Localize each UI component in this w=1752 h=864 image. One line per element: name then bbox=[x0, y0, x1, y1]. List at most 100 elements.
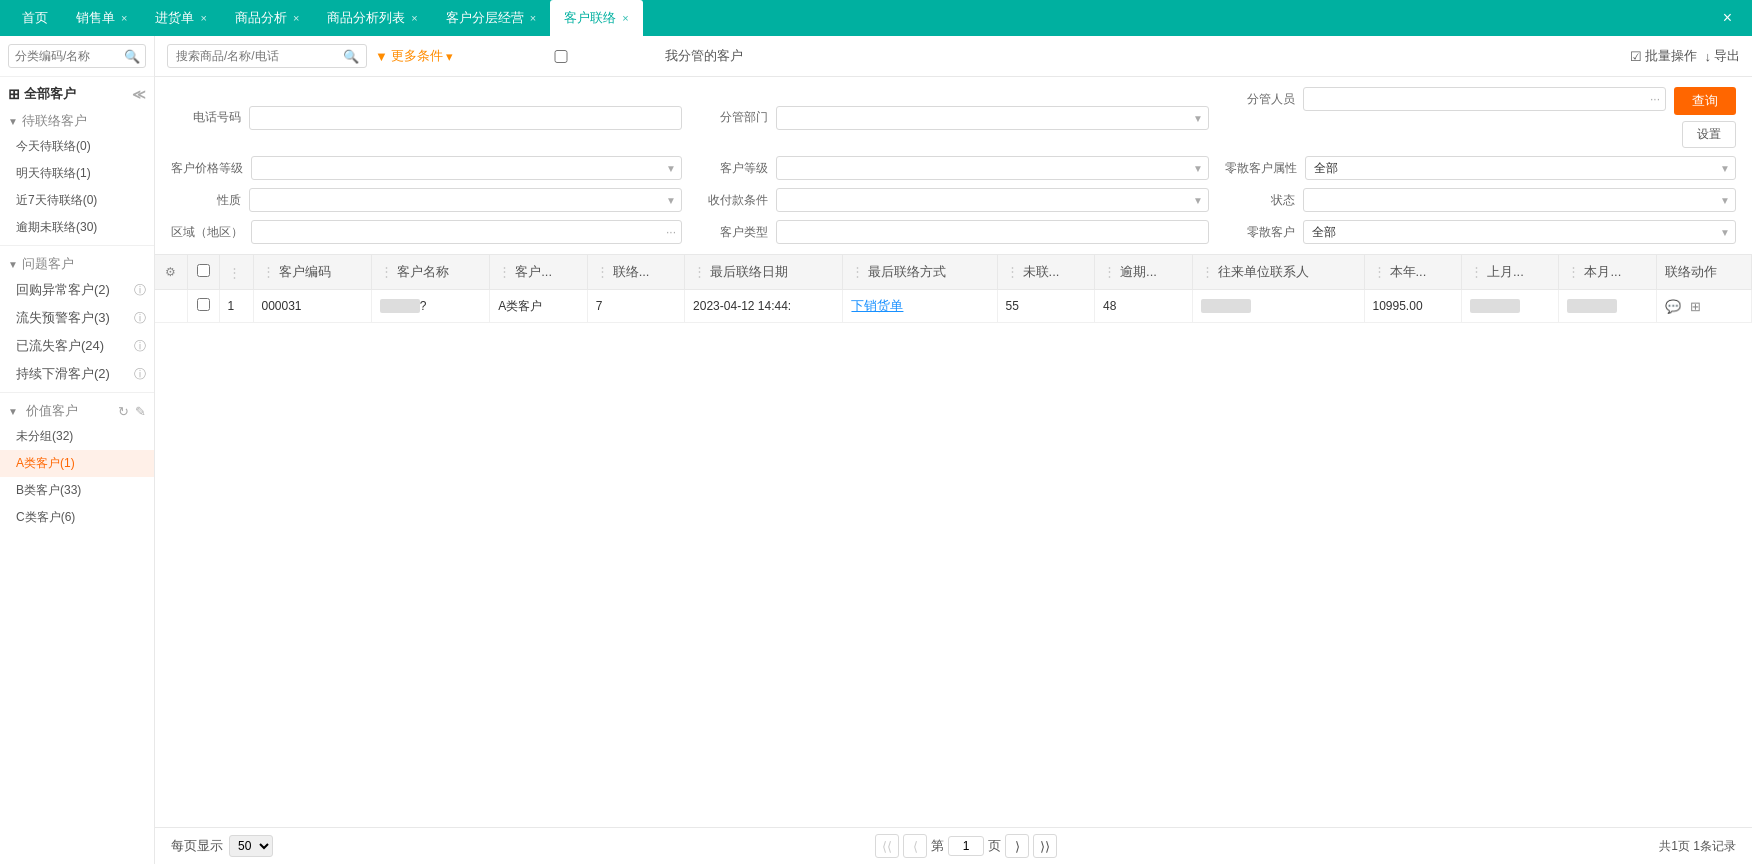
customer-type-label: 客户类型 bbox=[698, 224, 768, 241]
batch-ops-btn[interactable]: ☑ 批量操作 bbox=[1630, 47, 1697, 65]
page-total: 页 bbox=[988, 837, 1001, 855]
sidebar-item-declining[interactable]: 持续下滑客户(2) ⓘ bbox=[0, 360, 154, 388]
close-tab-sales[interactable]: × bbox=[121, 12, 127, 24]
region-input[interactable] bbox=[251, 220, 682, 244]
th-checkbox bbox=[187, 255, 219, 290]
sparse-label: 零散客户 bbox=[1225, 224, 1295, 241]
my-customers-checkbox-wrap[interactable]: 我分管的客户 bbox=[461, 47, 743, 65]
th-unit-contact: ⋮往来单位联系人 bbox=[1192, 255, 1364, 290]
close-tab-analysis-list[interactable]: × bbox=[411, 12, 417, 24]
export-label: 导出 bbox=[1714, 47, 1740, 65]
this-month-blur bbox=[1567, 299, 1617, 313]
info-icon-2: ⓘ bbox=[134, 310, 146, 327]
sidebar-group-value[interactable]: ▼ 价值客户 ↻ ✎ bbox=[0, 397, 154, 423]
prev-page-btn[interactable]: ⟨ bbox=[903, 834, 927, 858]
customer-type-input[interactable] bbox=[776, 220, 1209, 244]
nav-tab-sales[interactable]: 销售单 × bbox=[62, 0, 141, 36]
last-month-blur bbox=[1470, 299, 1520, 313]
sidebar-all-customers[interactable]: ⊞ 全部客户 ≪ bbox=[0, 77, 154, 107]
close-tab-analysis[interactable]: × bbox=[293, 12, 299, 24]
sparse-attr-select[interactable]: 全部 bbox=[1305, 156, 1736, 180]
pending-arrow: ▼ bbox=[8, 116, 18, 127]
th-contact: ⋮联络... bbox=[587, 255, 684, 290]
th-gear[interactable]: ⚙ bbox=[155, 255, 187, 290]
filter-search-input[interactable] bbox=[167, 44, 367, 68]
status-select[interactable] bbox=[1303, 188, 1736, 212]
filter-row-phone: 电话号码 bbox=[171, 87, 682, 148]
phone-control bbox=[249, 106, 682, 130]
nav-home[interactable]: 首页 bbox=[8, 0, 62, 36]
sidebar-item-c-class[interactable]: C类客户(6) bbox=[0, 504, 154, 531]
customer-type-control bbox=[776, 220, 1209, 244]
row-checkbox[interactable] bbox=[197, 298, 210, 311]
nav-tab-analysis[interactable]: 商品分析 × bbox=[221, 0, 313, 36]
sidebar-item-tomorrow[interactable]: 明天待联络(1) bbox=[0, 160, 154, 187]
first-page-btn[interactable]: ⟨⟨ bbox=[875, 834, 899, 858]
nav-tab-customer-tier[interactable]: 客户分层经营 × bbox=[432, 0, 550, 36]
sidebar-collapse-icon[interactable]: ≪ bbox=[132, 87, 146, 102]
table-wrap: ⚙ ⋮ ⋮客户编码 ⋮客户名称 ⋮客户... ⋮联络... ⋮最后联络日期 ⋮最… bbox=[155, 255, 1752, 827]
my-customers-checkbox[interactable] bbox=[461, 50, 661, 63]
nav-tab-customer-contact[interactable]: 客户联络 × bbox=[550, 0, 642, 36]
phone-input[interactable] bbox=[249, 106, 682, 130]
filter-more-btn[interactable]: ▼ 更多条件 ▾ bbox=[375, 47, 453, 65]
close-tab-customer-tier[interactable]: × bbox=[530, 12, 536, 24]
th-action: 联络动作 bbox=[1656, 255, 1751, 290]
td-overdue: 48 bbox=[1095, 290, 1192, 323]
manager-control: ··· bbox=[1303, 87, 1666, 111]
manager-input[interactable] bbox=[1303, 87, 1666, 111]
sidebar-item-b-class[interactable]: B类客户(33) bbox=[0, 477, 154, 504]
next-page-btn[interactable]: ⟩ bbox=[1005, 834, 1029, 858]
th-last-date: ⋮最后联络日期 bbox=[685, 255, 843, 290]
last-method-link[interactable]: 下销货单 bbox=[851, 298, 903, 313]
edit-icon[interactable]: ✎ bbox=[135, 404, 146, 419]
td-grade: A类客户 bbox=[490, 290, 587, 323]
export-btn[interactable]: ↓ 导出 bbox=[1705, 47, 1741, 65]
nav-tab-purchase[interactable]: 进货单 × bbox=[141, 0, 220, 36]
query-button[interactable]: 查询 bbox=[1674, 87, 1736, 115]
td-checkbox bbox=[187, 290, 219, 323]
region-label: 区域（地区） bbox=[171, 224, 243, 241]
sparse-select[interactable]: 全部 bbox=[1303, 220, 1736, 244]
dept-control: ▼ bbox=[776, 106, 1209, 130]
sidebar-item-overdue[interactable]: 逾期未联络(30) bbox=[0, 214, 154, 241]
settings-button[interactable]: 设置 bbox=[1682, 121, 1736, 148]
adv-filter-btns: 查询 设置 bbox=[1674, 87, 1736, 148]
region-dots[interactable]: ··· bbox=[666, 225, 676, 239]
sidebar-group-pending[interactable]: ▼ 待联络客户 bbox=[0, 107, 154, 133]
nav-tab-analysis-list[interactable]: 商品分析列表 × bbox=[313, 0, 431, 36]
page-input[interactable] bbox=[948, 836, 984, 856]
table-row: 1 000031 ? A类客户 7 2023-04-12 14:44: 下销货单… bbox=[155, 290, 1752, 323]
more-filters-label: 更多条件 bbox=[391, 47, 443, 65]
sidebar-item-ungroup[interactable]: 未分组(32) bbox=[0, 423, 154, 450]
select-all-checkbox[interactable] bbox=[197, 264, 210, 277]
manager-dots[interactable]: ··· bbox=[1650, 92, 1660, 106]
nature-select[interactable] bbox=[249, 188, 682, 212]
th-index: ⋮ bbox=[219, 255, 253, 290]
sidebar-item-7days[interactable]: 近7天待联络(0) bbox=[0, 187, 154, 214]
th-last-month: ⋮上月... bbox=[1461, 255, 1558, 290]
close-all-tabs[interactable]: × bbox=[1711, 9, 1744, 27]
sidebar-group-problem[interactable]: ▼ 问题客户 bbox=[0, 250, 154, 276]
sidebar-item-loss-warning[interactable]: 流失预警客户(3) ⓘ bbox=[0, 304, 154, 332]
close-tab-customer-contact[interactable]: × bbox=[622, 12, 628, 24]
qrcode-icon[interactable]: ⊞ bbox=[1690, 299, 1701, 314]
close-tab-purchase[interactable]: × bbox=[200, 12, 206, 24]
refresh-icon[interactable]: ↻ bbox=[118, 404, 129, 419]
price-grade-select[interactable] bbox=[251, 156, 682, 180]
name-blur bbox=[380, 299, 420, 313]
filter-row-dept: 分管部门 ▼ bbox=[698, 87, 1209, 148]
sidebar-item-lost[interactable]: 已流失客户(24) ⓘ bbox=[0, 332, 154, 360]
dept-select[interactable] bbox=[776, 106, 1209, 130]
payment-select[interactable] bbox=[776, 188, 1209, 212]
last-page-btn[interactable]: ⟩⟩ bbox=[1033, 834, 1057, 858]
batch-icon: ☑ bbox=[1630, 49, 1642, 64]
per-page-select[interactable]: 50 bbox=[229, 835, 273, 857]
sidebar-item-repurchase-abnormal[interactable]: 回购异常客户(2) ⓘ bbox=[0, 276, 154, 304]
sidebar-item-today[interactable]: 今天待联络(0) bbox=[0, 133, 154, 160]
sidebar-search-icon: 🔍 bbox=[124, 49, 140, 64]
comment-icon[interactable]: 💬 bbox=[1665, 299, 1681, 314]
customer-grade-select[interactable] bbox=[776, 156, 1209, 180]
td-code: 000031 bbox=[253, 290, 371, 323]
sidebar-item-a-class[interactable]: A类客户(1) bbox=[0, 450, 154, 477]
